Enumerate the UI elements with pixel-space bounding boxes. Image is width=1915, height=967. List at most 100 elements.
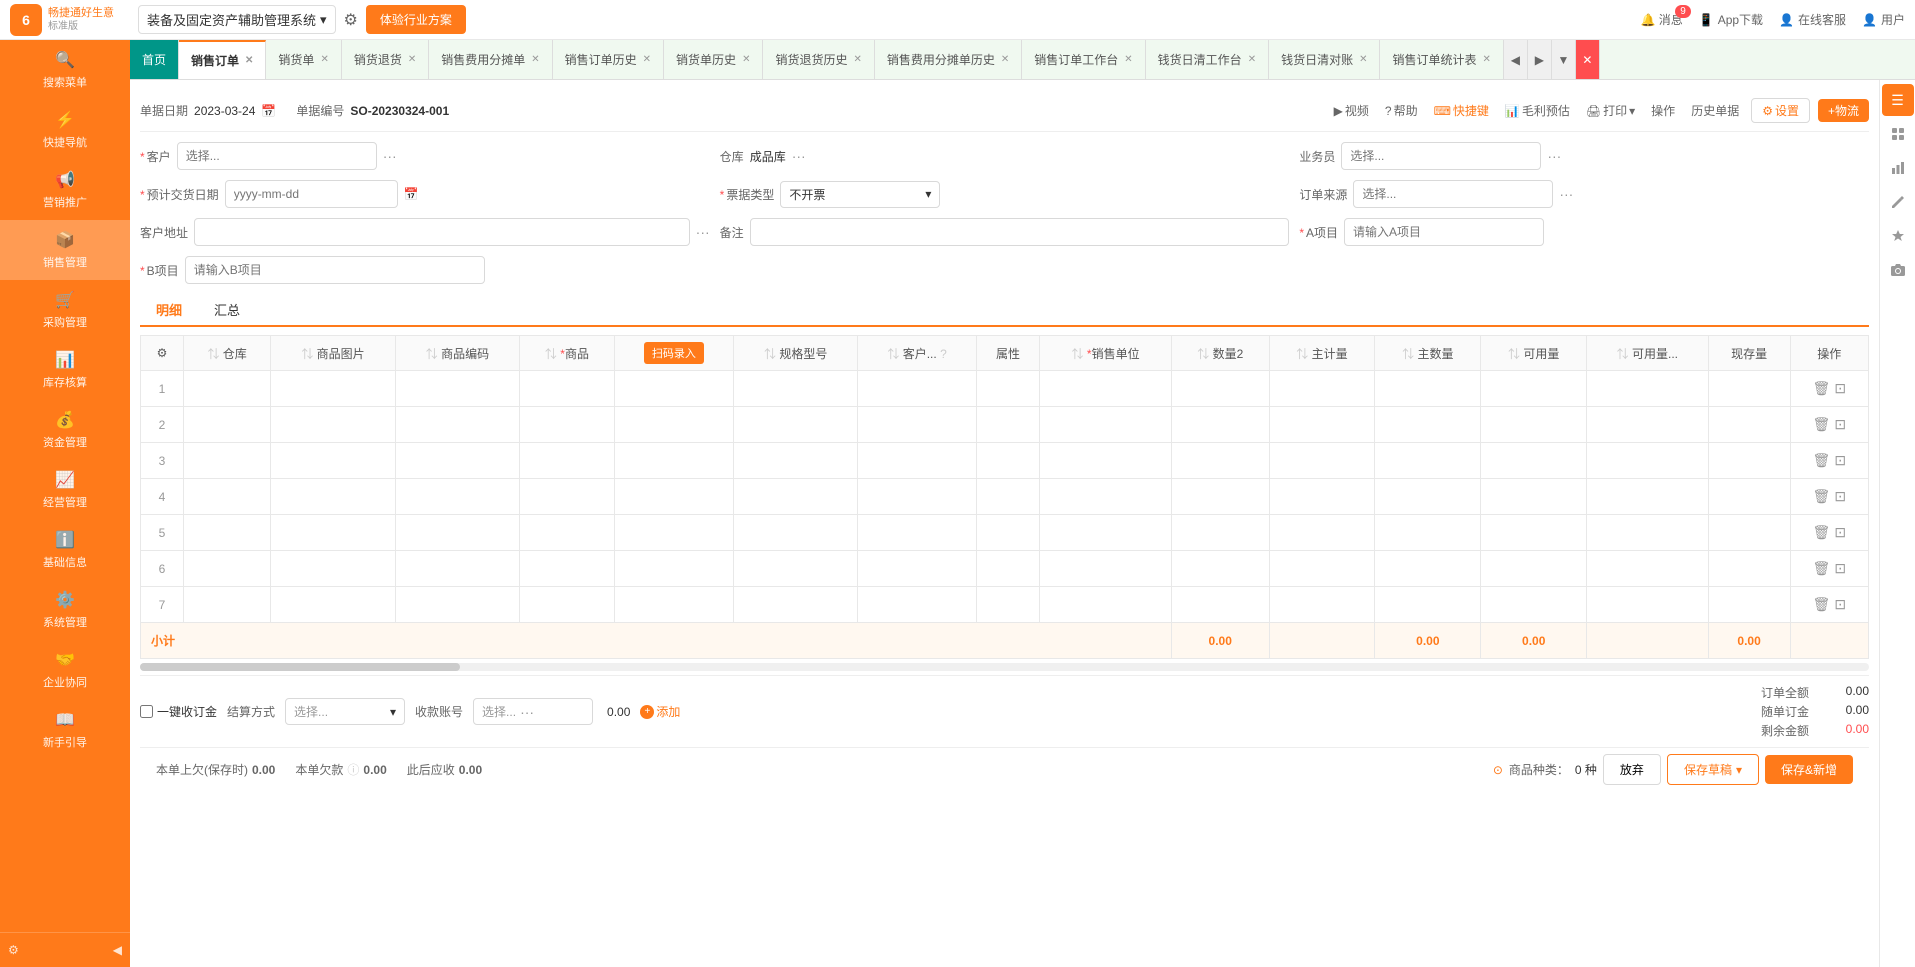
tab-sales-order[interactable]: 销售订单 ✕: [179, 40, 266, 80]
row-warehouse[interactable]: [183, 371, 270, 407]
tab-detail[interactable]: 明细: [140, 294, 198, 327]
save-draft-button[interactable]: 保存草稿 ▾: [1667, 754, 1759, 785]
row-code[interactable]: [395, 551, 519, 587]
sidebar-item-operations[interactable]: 📈 经营管理: [0, 460, 130, 520]
row-main-qty[interactable]: [1375, 551, 1481, 587]
tab-sales-order-history[interactable]: 销售订单历史 ✕: [553, 40, 664, 80]
row-available[interactable]: [1481, 515, 1587, 551]
tab-close-icon[interactable]: ✕: [531, 54, 539, 65]
add-payment-btn[interactable]: + 添加: [640, 703, 680, 720]
row-customer-code[interactable]: [858, 479, 976, 515]
row-available2[interactable]: [1587, 587, 1708, 623]
one-click-checkout-label[interactable]: 一键收订金: [140, 703, 217, 720]
row-customer-code[interactable]: [858, 407, 976, 443]
row-qty2[interactable]: [1171, 479, 1269, 515]
tab-close-icon[interactable]: ✕: [1001, 54, 1009, 65]
info-circle-icon[interactable]: ⓘ: [347, 761, 359, 778]
row-stock[interactable]: [1708, 371, 1790, 407]
row-qty2[interactable]: [1171, 371, 1269, 407]
row-warehouse[interactable]: [183, 587, 270, 623]
row-customer-code[interactable]: [858, 371, 976, 407]
tab-close-icon[interactable]: ✕: [742, 54, 750, 65]
tab-close-icon[interactable]: ✕: [1124, 54, 1132, 65]
row-available[interactable]: [1481, 443, 1587, 479]
tab-close-all[interactable]: ✕: [1576, 40, 1600, 80]
settings-btn[interactable]: ⚙ 设置: [1751, 98, 1810, 123]
tab-daily-workbench[interactable]: 钱货日清工作台 ✕: [1146, 40, 1269, 80]
row-available2[interactable]: [1587, 479, 1708, 515]
copy-icon[interactable]: ⊡: [1834, 380, 1846, 397]
row-product[interactable]: [520, 479, 615, 515]
tab-expense-history[interactable]: 销售费用分摊单历史 ✕: [875, 40, 1022, 80]
row-code[interactable]: [395, 587, 519, 623]
table-scrollbar[interactable]: [140, 663, 1869, 671]
delete-icon[interactable]: 🗑: [1813, 380, 1831, 397]
row-warehouse[interactable]: [183, 551, 270, 587]
online-service-link[interactable]: 👤 在线客服: [1779, 11, 1846, 28]
info-icon[interactable]: ?: [940, 347, 947, 361]
row-available[interactable]: [1481, 479, 1587, 515]
row-product[interactable]: [520, 515, 615, 551]
row-spec[interactable]: [733, 371, 857, 407]
row-unit[interactable]: [1040, 371, 1172, 407]
right-icon-list[interactable]: ☰: [1882, 84, 1914, 116]
row-customer-code[interactable]: [858, 587, 976, 623]
row-image[interactable]: [271, 443, 395, 479]
sidebar-collapse-icon[interactable]: ◀: [113, 943, 122, 957]
delete-icon[interactable]: 🗑: [1813, 452, 1831, 469]
delivery-input[interactable]: [225, 180, 398, 208]
row-product[interactable]: [520, 371, 615, 407]
row-customer-code[interactable]: [858, 551, 976, 587]
customer-input[interactable]: [177, 142, 377, 170]
one-click-checkout-checkbox[interactable]: [140, 705, 153, 718]
row-attribute[interactable]: [976, 515, 1040, 551]
row-stock[interactable]: [1708, 515, 1790, 551]
scrollbar-thumb[interactable]: [140, 663, 460, 671]
row-available2[interactable]: [1587, 407, 1708, 443]
row-image[interactable]: [271, 515, 395, 551]
right-icon-edit[interactable]: [1882, 186, 1914, 218]
address-more-icon[interactable]: ···: [696, 224, 710, 240]
delete-icon[interactable]: 🗑: [1813, 524, 1831, 541]
tab-scroll-right[interactable]: ▶: [1528, 40, 1552, 80]
row-available[interactable]: [1481, 587, 1587, 623]
delete-icon[interactable]: 🗑: [1813, 560, 1831, 577]
row-stock[interactable]: [1708, 407, 1790, 443]
tab-sales-expense[interactable]: 销售费用分摊单 ✕: [429, 40, 552, 80]
row-code[interactable]: [395, 479, 519, 515]
tab-invoice-history[interactable]: 销货单历史 ✕: [664, 40, 763, 80]
help-btn[interactable]: ? 帮助: [1381, 100, 1422, 121]
delete-icon[interactable]: 🗑: [1813, 488, 1831, 505]
row-attribute[interactable]: [976, 587, 1040, 623]
tab-order-workbench[interactable]: 销售订单工作台 ✕: [1022, 40, 1145, 80]
discard-button[interactable]: 放弃: [1603, 754, 1661, 785]
row-image[interactable]: [271, 371, 395, 407]
row-stock[interactable]: [1708, 551, 1790, 587]
view-video-btn[interactable]: ▶ 视频: [1330, 100, 1373, 121]
notification-bell[interactable]: 🔔 9 消息: [1640, 11, 1682, 28]
row-spec[interactable]: [733, 515, 857, 551]
row-attribute[interactable]: [976, 407, 1040, 443]
shortcut-btn[interactable]: ⌨ 快捷键: [1430, 100, 1493, 121]
row-warehouse[interactable]: [183, 515, 270, 551]
table-settings-icon[interactable]: ⚙: [157, 346, 168, 360]
sidebar-item-basic[interactable]: ℹ️ 基础信息: [0, 520, 130, 580]
row-main-qty[interactable]: [1375, 587, 1481, 623]
delete-icon[interactable]: 🗑: [1813, 596, 1831, 613]
row-spec[interactable]: [733, 443, 857, 479]
row-available2[interactable]: [1587, 551, 1708, 587]
sidebar-item-inventory[interactable]: 📊 库存核算: [0, 340, 130, 400]
row-unit[interactable]: [1040, 443, 1172, 479]
row-main-qty[interactable]: [1375, 407, 1481, 443]
sidebar-item-sales[interactable]: 📦 销售管理: [0, 220, 130, 280]
sidebar-item-quicknav[interactable]: ⚡ 快捷导航: [0, 100, 130, 160]
history-btn[interactable]: 历史单据: [1687, 100, 1743, 121]
row-main-unit[interactable]: [1269, 515, 1375, 551]
warehouse-more-icon[interactable]: ···: [792, 148, 806, 164]
row-qty2[interactable]: [1171, 443, 1269, 479]
row-attribute[interactable]: [976, 551, 1040, 587]
scan-button[interactable]: 扫码录入: [644, 342, 704, 364]
row-attribute[interactable]: [976, 371, 1040, 407]
b-project-input[interactable]: [185, 256, 485, 284]
row-product[interactable]: [520, 443, 615, 479]
